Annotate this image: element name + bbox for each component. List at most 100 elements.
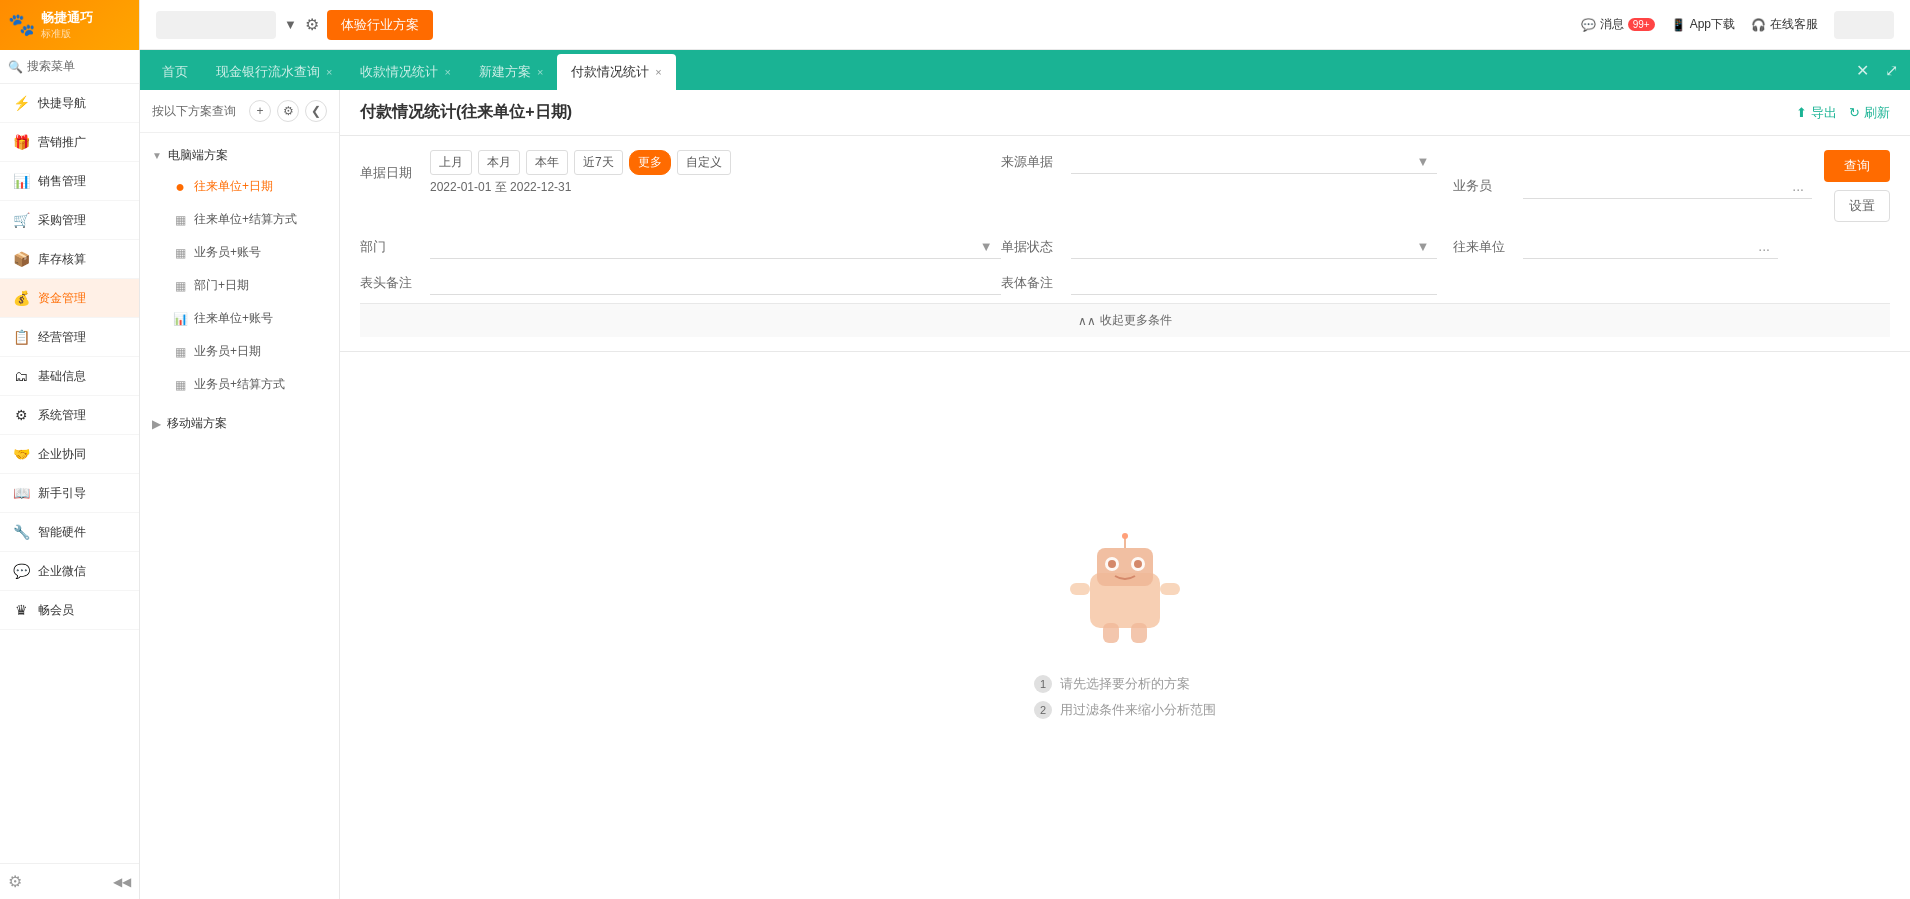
- sidebar-item-guide[interactable]: 📖 新手引导: [0, 474, 139, 513]
- scheme-item-unit-account[interactable]: 📊 往来单位+账号: [140, 302, 339, 335]
- filter-dept-col: 部门 ▼: [360, 235, 1001, 259]
- arrow-down-icon: ▼: [152, 150, 162, 161]
- scheme-item-staff-date[interactable]: ▦ 业务员+日期: [140, 335, 339, 368]
- message-action[interactable]: 💬 消息 99+: [1581, 16, 1655, 33]
- head-note-input[interactable]: [430, 271, 1001, 295]
- date-btn-custom[interactable]: 自定义: [677, 150, 731, 175]
- sidebar-settings-icon[interactable]: ⚙: [8, 872, 22, 891]
- trial-button[interactable]: 体验行业方案: [327, 10, 433, 40]
- quick-nav-icon: ⚡: [12, 94, 30, 112]
- app-download-action[interactable]: 📱 App下载: [1671, 16, 1735, 33]
- related-unit-select[interactable]: ...: [1523, 234, 1778, 259]
- tab-home[interactable]: 首页: [148, 54, 202, 90]
- scheme-item-label: 往来单位+日期: [194, 178, 273, 195]
- left-panel: 按以下方案查询 + ⚙ ❮ ▼ 电脑端方案 ● 往来单位+日期: [140, 90, 340, 899]
- sidebar-item-capital[interactable]: 💰 资金管理: [0, 279, 139, 318]
- sidebar-item-label: 快捷导航: [38, 95, 86, 112]
- date-btn-7days[interactable]: 近7天: [574, 150, 623, 175]
- refresh-button[interactable]: ↻ 刷新: [1849, 104, 1890, 122]
- tab-bank-flow-close[interactable]: ×: [326, 66, 332, 78]
- main-area: ▼ ⚙ 体验行业方案 💬 消息 99+ 📱 App下载 🎧 在线客服 首页: [140, 0, 1910, 899]
- headset-icon: 🎧: [1751, 18, 1766, 32]
- query-button[interactable]: 查询: [1824, 150, 1890, 182]
- topbar-right: 💬 消息 99+ 📱 App下载 🎧 在线客服: [1581, 11, 1894, 39]
- date-btn-last-month[interactable]: 上月: [430, 150, 472, 175]
- sidebar-item-system[interactable]: ⚙ 系统管理: [0, 396, 139, 435]
- export-label: 导出: [1811, 104, 1837, 122]
- tab-income-stats[interactable]: 收款情况统计 ×: [346, 54, 464, 90]
- topbar-settings-icon[interactable]: ⚙: [305, 15, 319, 34]
- sidebar-item-quick-nav[interactable]: ⚡ 快捷导航: [0, 84, 139, 123]
- scheme-settings-button[interactable]: ⚙: [277, 100, 299, 122]
- date-btn-more[interactable]: 更多: [629, 150, 671, 175]
- sidebar-item-sales[interactable]: 📊 销售管理: [0, 162, 139, 201]
- date-buttons: 上月 本月 本年 近7天 更多 自定义: [430, 150, 731, 175]
- tab-income-stats-close[interactable]: ×: [444, 66, 450, 78]
- export-button[interactable]: ⬆ 导出: [1796, 104, 1837, 122]
- order-status-select[interactable]: ▼: [1071, 235, 1438, 259]
- tab-bank-flow[interactable]: 现金银行流水查询 ×: [202, 54, 346, 90]
- dept-label: 部门: [360, 238, 430, 256]
- date-btn-this-year[interactable]: 本年: [526, 150, 568, 175]
- body-note-input[interactable]: [1071, 271, 1438, 295]
- related-unit-label: 往来单位: [1453, 238, 1523, 256]
- desktop-group-title[interactable]: ▼ 电脑端方案: [140, 141, 339, 170]
- sidebar-item-purchase[interactable]: 🛒 采购管理: [0, 201, 139, 240]
- tab-income-stats-label: 收款情况统计: [360, 63, 438, 81]
- wechat-icon: 💬: [12, 562, 30, 580]
- hardware-icon: 🔧: [12, 523, 30, 541]
- svg-point-5: [1134, 560, 1142, 568]
- sidebar-item-basic[interactable]: 🗂 基础信息: [0, 357, 139, 396]
- sidebar-collapse-icon[interactable]: ◀◀: [113, 875, 131, 889]
- scheme-item-unit-date[interactable]: ● 往来单位+日期: [140, 170, 339, 203]
- sidebar-item-label: 智能硬件: [38, 524, 86, 541]
- sidebar-item-management[interactable]: 📋 经营管理: [0, 318, 139, 357]
- scheme-item-staff-account[interactable]: ▦ 业务员+账号: [140, 236, 339, 269]
- filter-settings-button[interactable]: 设置: [1834, 190, 1890, 222]
- sidebar-item-enterprise[interactable]: 🤝 企业协同: [0, 435, 139, 474]
- scheme-item-label: 业务员+结算方式: [194, 376, 285, 393]
- topbar-dropdown-icon[interactable]: ▼: [284, 17, 297, 32]
- inventory-icon: 📦: [12, 250, 30, 268]
- source-label: 来源单据: [1001, 153, 1071, 171]
- mobile-scheme-group[interactable]: ▶ 移动端方案: [140, 409, 339, 438]
- sidebar-item-member[interactable]: ♛ 畅会员: [0, 591, 139, 630]
- staff-label: 业务员: [1453, 177, 1523, 195]
- tab-payment-stats-close[interactable]: ×: [655, 66, 661, 78]
- enterprise-icon: 🤝: [12, 445, 30, 463]
- staff-select[interactable]: ...: [1523, 174, 1812, 199]
- staff-dots-icon[interactable]: ...: [1792, 178, 1804, 194]
- scheme-item-staff-settlement[interactable]: ▦ 业务员+结算方式: [140, 368, 339, 401]
- scheme-table-icon5: ▦: [172, 377, 188, 393]
- add-scheme-button[interactable]: +: [249, 100, 271, 122]
- service-action[interactable]: 🎧 在线客服: [1751, 16, 1818, 33]
- svg-rect-1: [1097, 548, 1153, 586]
- collapse-panel-button[interactable]: ❮: [305, 100, 327, 122]
- scheme-item-label: 业务员+账号: [194, 244, 261, 261]
- sidebar-item-hardware[interactable]: 🔧 智能硬件: [0, 513, 139, 552]
- scheme-item-dept-date[interactable]: ▦ 部门+日期: [140, 269, 339, 302]
- scheme-item-label: 部门+日期: [194, 277, 249, 294]
- date-btn-this-month[interactable]: 本月: [478, 150, 520, 175]
- sidebar-item-inventory[interactable]: 📦 库存核算: [0, 240, 139, 279]
- topbar: ▼ ⚙ 体验行业方案 💬 消息 99+ 📱 App下载 🎧 在线客服: [140, 0, 1910, 50]
- tab-payment-stats[interactable]: 付款情况统计 ×: [557, 54, 675, 90]
- empty-tips: 1 请先选择要分析的方案 2 用过滤条件来缩小分析范围: [1034, 671, 1216, 723]
- page-title: 付款情况统计(往来单位+日期): [360, 102, 572, 123]
- active-scheme-icon: ●: [172, 179, 188, 195]
- tab-new-plan[interactable]: 新建方案 ×: [465, 54, 557, 90]
- svg-rect-10: [1103, 623, 1119, 643]
- sidebar-item-marketing[interactable]: 🎁 营销推广: [0, 123, 139, 162]
- sidebar-item-wechat[interactable]: 💬 企业微信: [0, 552, 139, 591]
- tab-new-plan-close[interactable]: ×: [537, 66, 543, 78]
- sidebar-search[interactable]: 🔍 搜索菜单: [0, 50, 139, 84]
- scheme-table-icon: ▦: [172, 212, 188, 228]
- scheme-item-unit-settlement[interactable]: ▦ 往来单位+结算方式: [140, 203, 339, 236]
- collapse-filter-button[interactable]: ∧∧ 收起更多条件: [360, 303, 1890, 337]
- related-unit-dots-icon[interactable]: ...: [1758, 238, 1770, 254]
- marketing-icon: 🎁: [12, 133, 30, 151]
- dept-select[interactable]: ▼: [430, 235, 1001, 259]
- tab-close-all-icon[interactable]: ✕: [1852, 57, 1873, 84]
- source-select[interactable]: ▼: [1071, 150, 1438, 174]
- tab-maximize-icon[interactable]: ⤢: [1881, 57, 1902, 84]
